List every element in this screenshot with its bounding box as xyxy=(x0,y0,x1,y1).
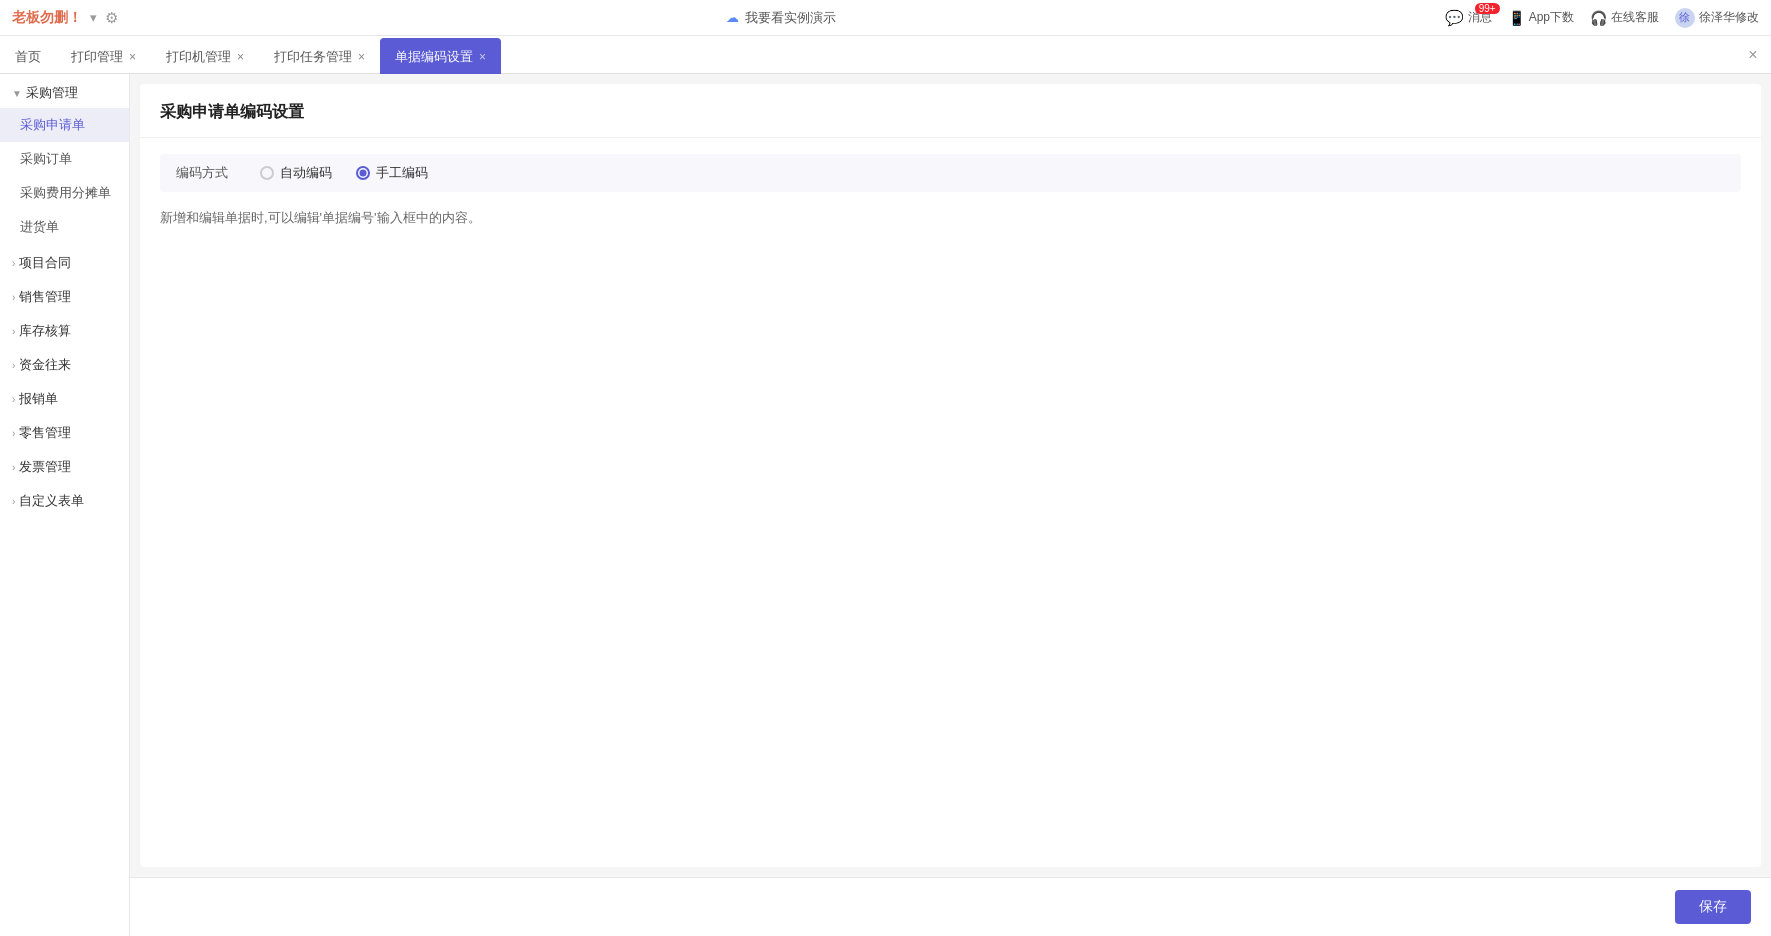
tab-print-mgmt-label: 打印管理 xyxy=(71,48,123,66)
sidebar-group-custom-form[interactable]: › 自定义表单 xyxy=(0,482,129,516)
demo-link[interactable]: 我要看实例演示 xyxy=(745,9,836,27)
collapse-arrow-project: › xyxy=(12,258,15,269)
collapse-arrow-custom: › xyxy=(12,496,15,507)
manual-coding-radio[interactable] xyxy=(356,166,370,180)
auto-coding-label: 自动编码 xyxy=(280,164,332,182)
sidebar-group-fund-label: 资金往来 xyxy=(19,356,71,374)
page-close-btn[interactable]: × xyxy=(1735,36,1771,74)
content-footer: 保存 xyxy=(130,877,1771,936)
tab-barcode-setting-label: 单据编码设置 xyxy=(395,48,473,66)
content-inner: 采购申请单编码设置 编码方式 自动编码 手工编码 新增和编辑单据时,可以编辑'单… xyxy=(140,84,1761,867)
sidebar-item-purchase-expense[interactable]: 采购费用分摊单 xyxy=(0,176,129,210)
tab-printer-mgmt[interactable]: 打印机管理 × xyxy=(151,38,259,74)
sidebar-group-project-contract[interactable]: › 项目合同 xyxy=(0,244,129,278)
app-icon: 📱 xyxy=(1508,10,1525,26)
app-download-btn[interactable]: 📱 App下数 xyxy=(1508,9,1574,26)
collapse-arrow-inventory: › xyxy=(12,326,15,337)
sidebar-group-purchase[interactable]: ▼ 采购管理 xyxy=(0,74,129,108)
sidebar-group-retail[interactable]: › 零售管理 xyxy=(0,414,129,448)
tab-home[interactable]: 首页 xyxy=(0,38,56,74)
user-profile-btn[interactable]: 徐 徐泽华修改 xyxy=(1675,8,1759,28)
sidebar-item-purchase-request[interactable]: 采购申请单 xyxy=(0,108,129,142)
collapse-arrow-retail: › xyxy=(12,428,15,439)
avatar-icon: 徐 xyxy=(1675,8,1695,28)
sidebar-group-sales-label: 销售管理 xyxy=(19,288,71,306)
sidebar-item-stock-in-label: 进货单 xyxy=(20,219,59,234)
sidebar-group-project-label: 项目合同 xyxy=(19,254,71,272)
content-area: 采购申请单编码设置 编码方式 自动编码 手工编码 新增和编辑单据时,可以编辑'单… xyxy=(130,74,1771,936)
tab-print-task-mgmt-close[interactable]: × xyxy=(358,50,365,64)
online-service-btn[interactable]: 🎧 在线客服 xyxy=(1590,9,1659,26)
tab-print-mgmt-close[interactable]: × xyxy=(129,50,136,64)
top-bar-right: 💬 消息 99+ 📱 App下数 🎧 在线客服 徐 徐泽华修改 xyxy=(1445,8,1759,28)
sidebar-group-purchase-label: 采购管理 xyxy=(26,84,78,102)
tab-printer-mgmt-label: 打印机管理 xyxy=(166,48,231,66)
manual-coding-option[interactable]: 手工编码 xyxy=(356,164,428,182)
sidebar-item-purchase-order-label: 采购订单 xyxy=(20,151,72,166)
dropdown-icon[interactable]: ▾ xyxy=(90,10,97,25)
collapse-arrow-fund: › xyxy=(12,360,15,371)
tab-bar: 首页 打印管理 × 打印机管理 × 打印任务管理 × 单据编码设置 × × xyxy=(0,36,1771,74)
sidebar-group-fund[interactable]: › 资金往来 xyxy=(0,346,129,380)
sidebar-item-stock-in[interactable]: 进货单 xyxy=(0,210,129,244)
top-bar-left: 老板勿删！ ▾ ⚙ xyxy=(12,9,118,27)
sidebar-group-custom-label: 自定义表单 xyxy=(19,492,84,510)
save-button[interactable]: 保存 xyxy=(1675,890,1751,924)
sidebar-group-returns[interactable]: › 报销单 xyxy=(0,380,129,414)
tab-printer-mgmt-close[interactable]: × xyxy=(237,50,244,64)
app-logo: 老板勿删！ xyxy=(12,9,82,27)
tab-print-task-mgmt-label: 打印任务管理 xyxy=(274,48,352,66)
collapse-arrow-returns: › xyxy=(12,394,15,405)
tab-barcode-setting-close[interactable]: × xyxy=(479,50,486,64)
auto-coding-option[interactable]: 自动编码 xyxy=(260,164,332,182)
sidebar-item-purchase-request-label: 采购申请单 xyxy=(20,117,85,132)
auto-coding-radio[interactable] xyxy=(260,166,274,180)
sidebar: ▼ 采购管理 采购申请单 采购订单 采购费用分摊单 进货单 › 项目合同 › 销… xyxy=(0,74,130,936)
sidebar-group-retail-label: 零售管理 xyxy=(19,424,71,442)
sidebar-group-invoice[interactable]: › 发票管理 xyxy=(0,448,129,482)
online-service-label: 在线客服 xyxy=(1611,9,1659,26)
tab-barcode-setting[interactable]: 单据编码设置 × xyxy=(380,38,501,74)
sidebar-item-purchase-order[interactable]: 采购订单 xyxy=(0,142,129,176)
sidebar-group-inventory[interactable]: › 库存核算 xyxy=(0,312,129,346)
message-icon: 💬 xyxy=(1445,9,1464,27)
hint-text: 新增和编辑单据时,可以编辑'单据编号'输入框中的内容。 xyxy=(160,208,1741,229)
sidebar-item-purchase-expense-label: 采购费用分摊单 xyxy=(20,185,111,200)
tab-print-task-mgmt[interactable]: 打印任务管理 × xyxy=(259,38,380,74)
message-btn[interactable]: 💬 消息 99+ xyxy=(1445,9,1492,27)
demo-icon: ☁ xyxy=(726,10,739,25)
collapse-arrow-invoice: › xyxy=(12,462,15,473)
top-bar-center: ☁ 我要看实例演示 xyxy=(726,9,836,27)
settings-icon[interactable]: ⚙ xyxy=(105,9,118,27)
tab-print-mgmt[interactable]: 打印管理 × xyxy=(56,38,151,74)
sidebar-group-returns-label: 报销单 xyxy=(19,390,58,408)
top-bar: 老板勿删！ ▾ ⚙ ☁ 我要看实例演示 💬 消息 99+ 📱 App下数 🎧 在… xyxy=(0,0,1771,36)
sidebar-group-inventory-label: 库存核算 xyxy=(19,322,71,340)
collapse-arrow-purchase: ▼ xyxy=(12,88,22,99)
collapse-arrow-sales: › xyxy=(12,292,15,303)
main-layout: ▼ 采购管理 采购申请单 采购订单 采购费用分摊单 进货单 › 项目合同 › 销… xyxy=(0,74,1771,936)
user-label: 徐泽华修改 xyxy=(1699,9,1759,26)
coding-method-row: 编码方式 自动编码 手工编码 xyxy=(160,154,1741,192)
app-download-label: App下数 xyxy=(1529,9,1574,26)
manual-coding-label: 手工编码 xyxy=(376,164,428,182)
tab-home-label: 首页 xyxy=(15,48,41,66)
content-body: 编码方式 自动编码 手工编码 新增和编辑单据时,可以编辑'单据编号'输入框中的内… xyxy=(140,138,1761,245)
sidebar-group-invoice-label: 发票管理 xyxy=(19,458,71,476)
message-badge: 99+ xyxy=(1475,3,1500,14)
content-title: 采购申请单编码设置 xyxy=(140,84,1761,138)
coding-method-label: 编码方式 xyxy=(176,164,228,182)
headset-icon: 🎧 xyxy=(1590,10,1607,26)
sidebar-group-sales[interactable]: › 销售管理 xyxy=(0,278,129,312)
